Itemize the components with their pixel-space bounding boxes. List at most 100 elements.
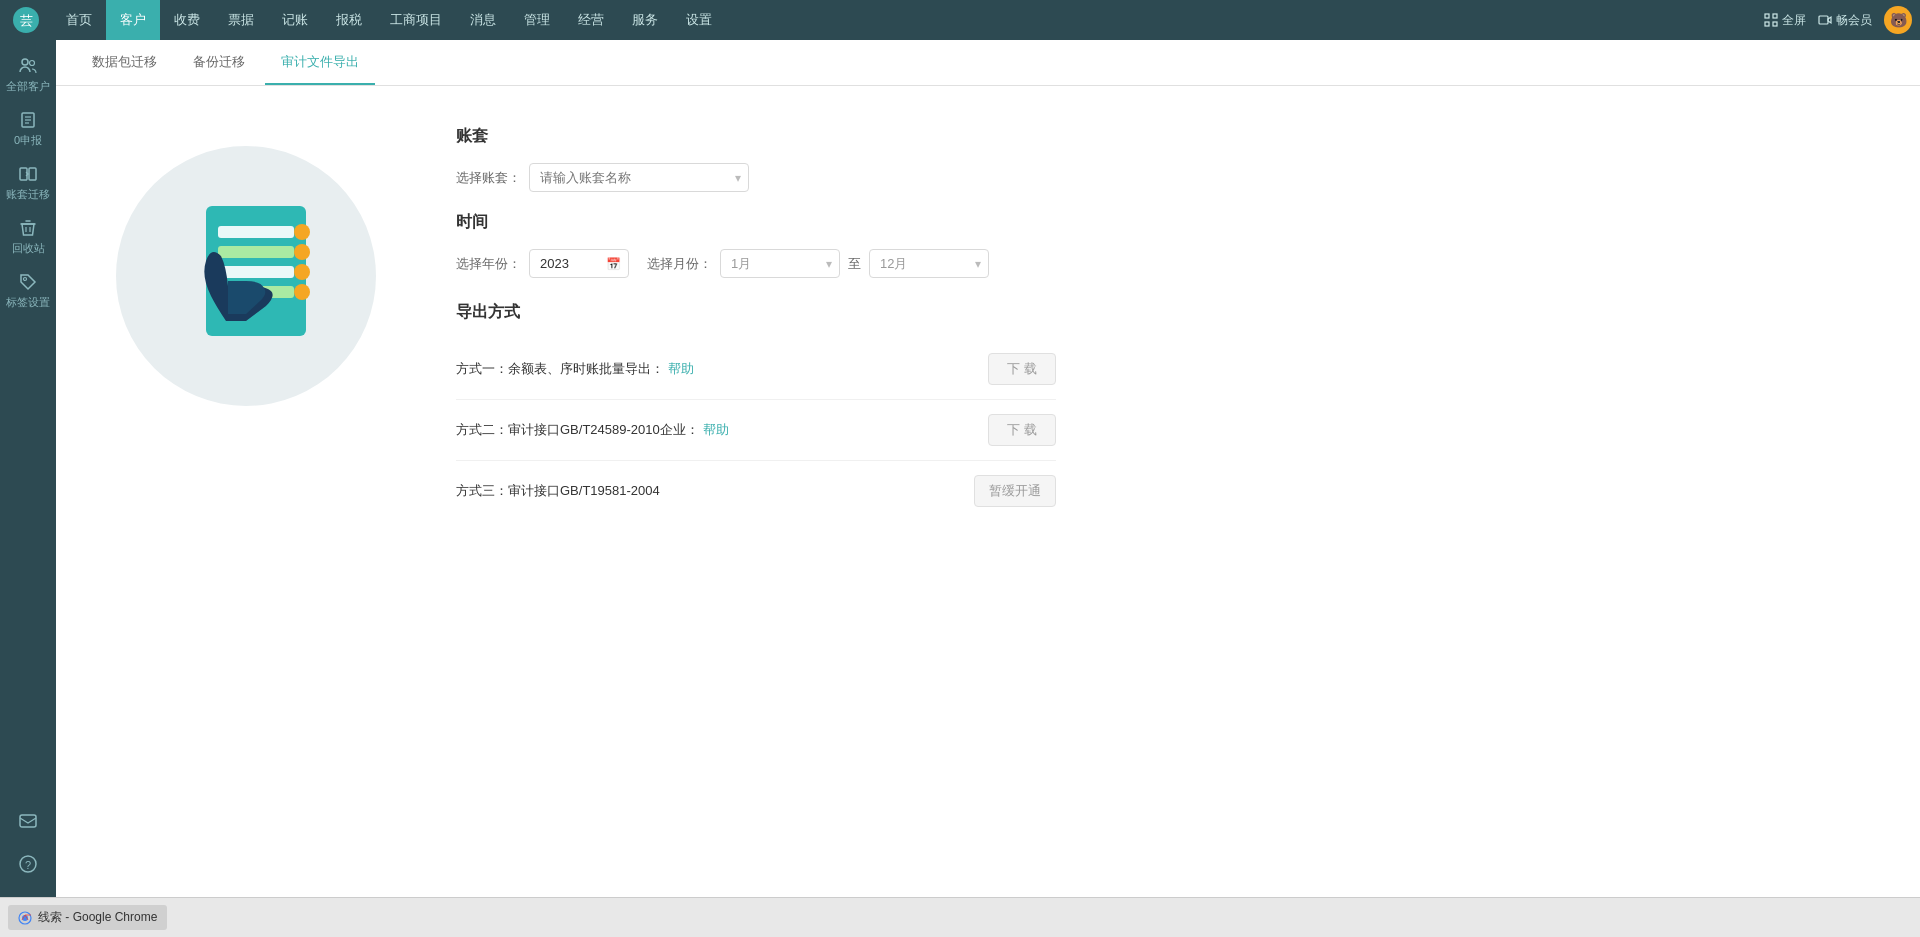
time-row: 选择年份： 📅 选择月份： 1月2月3月4月 5月6月7月8月 9月10月11月… — [456, 249, 1056, 278]
svg-rect-2 — [1765, 14, 1769, 18]
tag-icon — [18, 272, 38, 292]
account-label: 选择账套： — [456, 169, 521, 187]
sidebar-item-migrate[interactable]: 账套迁移 — [0, 156, 56, 210]
time-section-title: 时间 — [456, 212, 1056, 233]
page-content: 账套 选择账套： ▾ 时间 选择年份： 📅 选择月份： — [56, 86, 1920, 897]
tab-backup-migrate[interactable]: 备份迁移 — [177, 40, 261, 85]
nav-tax[interactable]: 报税 — [322, 0, 376, 40]
chrome-icon — [18, 911, 32, 925]
sidebar-label-all-customers: 全部客户 — [6, 79, 50, 94]
fullscreen-button[interactable]: 全屏 — [1764, 12, 1806, 29]
svg-rect-4 — [1765, 22, 1769, 26]
svg-rect-5 — [1773, 22, 1777, 26]
migrate-icon — [18, 164, 38, 184]
svg-rect-14 — [29, 168, 36, 180]
svg-text:?: ? — [25, 859, 31, 871]
taskbar: 线索 - Google Chrome — [0, 897, 1920, 937]
account-input[interactable] — [529, 163, 749, 192]
nav-management[interactable]: 管理 — [510, 0, 564, 40]
export-methods-section: 导出方式 方式一：余额表、序时账批量导出：帮助 下 载 方式二：审计接口GB/T… — [456, 302, 1056, 521]
sidebar-item-tags[interactable]: 标签设置 — [0, 264, 56, 318]
sidebar-label-migrate: 账套迁移 — [6, 187, 50, 202]
svg-point-26 — [294, 224, 310, 240]
illustration — [116, 146, 376, 406]
svg-rect-22 — [218, 226, 294, 238]
app-logo: 芸 — [8, 2, 44, 38]
nav-home[interactable]: 首页 — [52, 0, 106, 40]
user-avatar[interactable]: 🐻 — [1884, 6, 1912, 34]
sidebar-bottom: ? — [10, 803, 46, 897]
month-start-select[interactable]: 1月2月3月4月 5月6月7月8月 9月10月11月12月 — [720, 249, 840, 278]
tab-data-migrate[interactable]: 数据包迁移 — [76, 40, 173, 85]
method2-help-link[interactable]: 帮助 — [703, 422, 729, 437]
sidebar-help-icon[interactable]: ? — [10, 846, 46, 885]
svg-rect-18 — [20, 815, 36, 827]
top-nav: 芸 首页 客户 收费 票据 记账 报税 工商项目 消息 管理 经营 服务 设置 … — [0, 0, 1920, 40]
year-input[interactable] — [529, 249, 629, 278]
sidebar-label-recycle: 回收站 — [12, 241, 45, 256]
declaration-icon — [18, 110, 38, 130]
svg-point-7 — [22, 59, 28, 65]
tab-audit-export[interactable]: 审计文件导出 — [265, 40, 375, 85]
svg-rect-6 — [1819, 16, 1828, 24]
nav-ticket[interactable]: 票据 — [214, 0, 268, 40]
main-layout: 全部客户 0申报 账套迁移 — [0, 40, 1920, 897]
form-side: 账套 选择账套： ▾ 时间 选择年份： 📅 选择月份： — [456, 126, 1056, 521]
method2-download-button[interactable]: 下 载 — [988, 414, 1056, 446]
account-section-title: 账套 — [456, 126, 1056, 147]
top-nav-items: 首页 客户 收费 票据 记账 报税 工商项目 消息 管理 经营 服务 设置 — [52, 0, 1764, 40]
year-input-wrapper: 📅 — [529, 249, 629, 278]
taskbar-item-chrome[interactable]: 线索 - Google Chrome — [8, 905, 167, 930]
nav-fee[interactable]: 收费 — [160, 0, 214, 40]
svg-rect-24 — [218, 266, 294, 278]
trash-icon — [18, 218, 38, 238]
nav-customer[interactable]: 客户 — [106, 0, 160, 40]
account-select-wrapper: ▾ — [529, 163, 749, 192]
sidebar-label-tags: 标签设置 — [6, 295, 50, 310]
method1-help-link[interactable]: 帮助 — [668, 361, 694, 376]
fullscreen-label: 全屏 — [1782, 12, 1806, 29]
member-label: 畅会员 — [1836, 12, 1872, 29]
export-section-title: 导出方式 — [456, 302, 1056, 323]
svg-point-28 — [294, 264, 310, 280]
svg-rect-3 — [1773, 14, 1777, 18]
nav-settings[interactable]: 设置 — [672, 0, 726, 40]
sidebar-item-all-customers[interactable]: 全部客户 — [0, 48, 56, 102]
method3-open-button[interactable]: 暂缓开通 — [974, 475, 1056, 507]
sidebar-label-declaration: 0申报 — [14, 133, 42, 148]
sidebar-message-icon[interactable] — [10, 803, 46, 842]
account-row: 选择账套： ▾ — [456, 163, 1056, 192]
method3-label: 方式三：审计接口GB/T19581-2004 — [456, 482, 660, 500]
svg-point-27 — [294, 244, 310, 260]
method1-download-button[interactable]: 下 载 — [988, 353, 1056, 385]
month-end-wrapper: 1月2月3月4月 5月6月7月8月 9月10月11月12月 ▾ — [869, 249, 989, 278]
top-nav-right: 全屏 畅会员 🐻 — [1764, 6, 1912, 34]
month-end-select[interactable]: 1月2月3月4月 5月6月7月8月 9月10月11月12月 — [869, 249, 989, 278]
svg-point-17 — [24, 278, 27, 281]
nav-message[interactable]: 消息 — [456, 0, 510, 40]
nav-operation[interactable]: 经营 — [564, 0, 618, 40]
sidebar-item-recycle[interactable]: 回收站 — [0, 210, 56, 264]
users-icon — [18, 56, 38, 76]
method2-label: 方式二：审计接口GB/T24589-2010企业：帮助 — [456, 421, 729, 439]
export-method-2: 方式二：审计接口GB/T24589-2010企业：帮助 下 载 — [456, 400, 1056, 461]
tabs-bar: 数据包迁移 备份迁移 审计文件导出 — [56, 40, 1920, 86]
nav-bookkeeping[interactable]: 记账 — [268, 0, 322, 40]
to-text: 至 — [848, 255, 861, 273]
month-start-wrapper: 1月2月3月4月 5月6月7月8月 9月10月11月12月 ▾ — [720, 249, 840, 278]
member-button[interactable]: 畅会员 — [1818, 12, 1872, 29]
export-method-3: 方式三：审计接口GB/T19581-2004 暂缓开通 — [456, 461, 1056, 521]
svg-rect-23 — [218, 246, 294, 258]
nav-service[interactable]: 服务 — [618, 0, 672, 40]
audit-illustration — [156, 176, 336, 376]
taskbar-item-label: 线索 - Google Chrome — [38, 909, 157, 926]
svg-point-29 — [294, 284, 310, 300]
method1-label: 方式一：余额表、序时账批量导出：帮助 — [456, 360, 694, 378]
sidebar: 全部客户 0申报 账套迁移 — [0, 40, 56, 897]
export-method-1: 方式一：余额表、序时账批量导出：帮助 下 载 — [456, 339, 1056, 400]
month-label: 选择月份： — [647, 255, 712, 273]
svg-text:芸: 芸 — [20, 13, 33, 28]
svg-rect-13 — [20, 168, 27, 180]
nav-business[interactable]: 工商项目 — [376, 0, 456, 40]
sidebar-item-declaration[interactable]: 0申报 — [0, 102, 56, 156]
